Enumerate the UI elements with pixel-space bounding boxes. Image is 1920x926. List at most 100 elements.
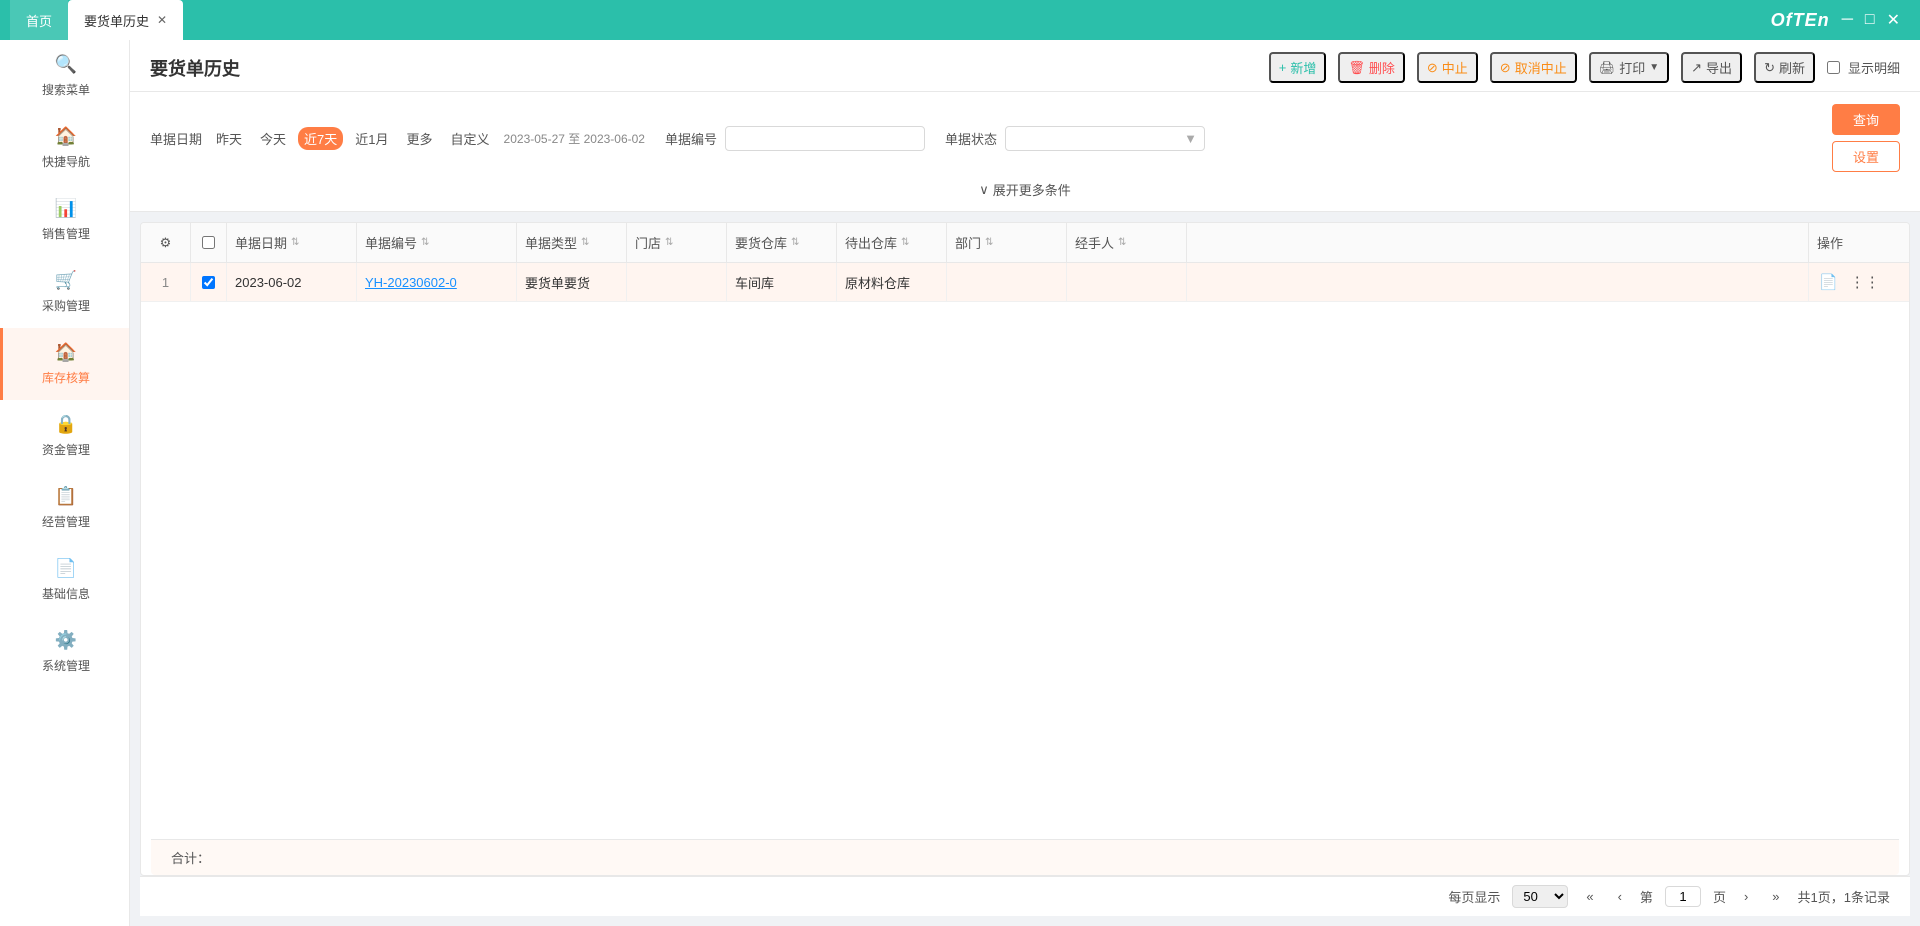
sidebar-item-finance[interactable]: 🔒 资金管理 (0, 400, 129, 472)
refresh-button[interactable]: ↻ 刷新 (1754, 52, 1815, 83)
last-page-button[interactable]: » (1766, 887, 1785, 906)
maximize-icon[interactable]: □ (1865, 11, 1875, 29)
th-reqwarehouse: 要货仓库 ⇅ (727, 223, 837, 262)
finance-icon: 🔒 (55, 414, 77, 435)
th-pendingwarehouse-label: 待出仓库 (845, 233, 897, 252)
th-date: 单据日期 ⇅ (227, 223, 357, 262)
sidebar-item-search[interactable]: 🔍 搜索菜单 (0, 40, 129, 112)
date-last7[interactable]: 近7天 (298, 127, 343, 150)
status-label: 单据状态 (945, 129, 997, 148)
status-select-wrapper: ▼ (1005, 126, 1205, 151)
sidebar-item-basicinfo[interactable]: 📄 基础信息 (0, 544, 129, 616)
row-ordertype: 要货单要货 (525, 273, 590, 292)
th-date-label: 单据日期 (235, 233, 287, 252)
per-page-select[interactable]: 50 100 200 (1512, 885, 1568, 908)
cancel-stop-icon: ⊘ (1500, 60, 1511, 76)
sidebar-item-inventory-label: 库存核算 (42, 369, 90, 386)
th-settings[interactable]: ⚙ (141, 223, 191, 262)
sidebar-item-sysmgmt-label: 系统管理 (42, 657, 90, 674)
td-dept (947, 263, 1067, 301)
sidebar-item-purchase[interactable]: 🛒 采购管理 (0, 256, 129, 328)
tab-bar: 首页 要货单历史 ✕ (10, 0, 955, 40)
row-actions: 📄 ⋮⋮ (1817, 271, 1882, 293)
stop-button[interactable]: ⊘ 中止 (1417, 52, 1478, 83)
sort-pendingwarehouse-icon[interactable]: ⇅ (901, 237, 909, 248)
summary-label: 合计： (171, 851, 210, 866)
date-range-display: 2023-05-27 至 2023-06-02 (504, 130, 645, 147)
table-header: ⚙ 单据日期 ⇅ 单据编号 ⇅ 单据类型 ⇅ 门店 ⇅ (141, 223, 1909, 263)
sort-handler-icon[interactable]: ⇅ (1118, 237, 1126, 248)
expand-filter-button[interactable]: ∨ 展开更多条件 (150, 180, 1900, 199)
th-checkbox (191, 223, 227, 262)
delete-icon: 🗑 (1348, 60, 1365, 76)
sort-orderno-icon[interactable]: ⇅ (421, 237, 429, 248)
th-store: 门店 ⇅ (627, 223, 727, 262)
inventory-icon: 🏠 (55, 342, 77, 363)
next-page-button[interactable]: › (1738, 887, 1754, 906)
tab-home-label: 首页 (26, 11, 52, 30)
minimize-icon[interactable]: ─ (1842, 11, 1853, 29)
td-handler (1067, 263, 1187, 301)
print-button[interactable]: 🖨 打印 ▼ (1589, 52, 1669, 83)
row-view-icon[interactable]: 📄 (1817, 271, 1840, 293)
window-close-icon[interactable]: ✕ (1887, 10, 1900, 30)
sort-reqwarehouse-icon[interactable]: ⇅ (791, 237, 799, 248)
row-edit-icon[interactable]: ⋮⋮ (1848, 271, 1882, 293)
cancel-stop-label: 取消中止 (1515, 58, 1567, 77)
th-dept-label: 部门 (955, 233, 981, 252)
date-last1month[interactable]: 近1月 (349, 127, 394, 150)
th-store-label: 门店 (635, 233, 661, 252)
tab-home[interactable]: 首页 (10, 0, 68, 40)
export-label: 导出 (1706, 58, 1732, 77)
sort-date-icon[interactable]: ⇅ (291, 237, 299, 248)
th-operations-label: 操作 (1817, 233, 1843, 252)
page-number-input[interactable] (1665, 886, 1701, 907)
show-detail-checkbox[interactable] (1827, 61, 1840, 74)
export-button[interactable]: ↗ 导出 (1681, 52, 1742, 83)
orderno-input[interactable] (725, 126, 925, 151)
th-operations: 操作 (1809, 223, 1909, 262)
print-icon: 🖨 (1599, 60, 1616, 76)
main-layout: 🔍 搜索菜单 🏠 快捷导航 📊 销售管理 🛒 采购管理 🏠 库存核算 🔒 资金管… (0, 40, 1920, 926)
sysmgmt-icon: ⚙️ (55, 630, 77, 651)
show-detail-toggle[interactable]: 显示明细 (1827, 58, 1900, 77)
header-actions: + 新增 🗑 删除 ⊘ 中止 ⊘ 取消中止 🖨 打印 (1269, 52, 1900, 83)
delete-button[interactable]: 🗑 删除 (1338, 52, 1405, 83)
top-bar: 首页 要货单历史 ✕ OfTEn ─ □ ✕ (0, 0, 1920, 40)
sidebar-item-operations[interactable]: 📋 经营管理 (0, 472, 129, 544)
sidebar-item-quicknav[interactable]: 🏠 快捷导航 (0, 112, 129, 184)
date-custom[interactable]: 自定义 (445, 127, 496, 150)
settings-button[interactable]: 设置 (1832, 141, 1900, 172)
row-orderno-link[interactable]: YH-20230602-0 (365, 275, 457, 290)
th-ordertype: 单据类型 ⇅ (517, 223, 627, 262)
th-handler-label: 经手人 (1075, 233, 1114, 252)
select-all-checkbox[interactable] (202, 236, 215, 249)
sidebar-item-inventory[interactable]: 🏠 库存核算 (0, 328, 129, 400)
status-select[interactable] (1005, 126, 1205, 151)
query-button[interactable]: 查询 (1832, 104, 1900, 135)
tab-order-history[interactable]: 要货单历史 ✕ (68, 0, 183, 40)
prev-page-button[interactable]: ‹ (1612, 887, 1628, 906)
date-more[interactable]: 更多 (401, 127, 439, 150)
home-icon: 🏠 (55, 126, 77, 147)
filter-row: 单据日期 昨天 今天 近7天 近1月 更多 自定义 2023-05-27 至 2… (150, 104, 1900, 172)
sort-dept-icon[interactable]: ⇅ (985, 237, 993, 248)
date-yesterday[interactable]: 昨天 (210, 127, 248, 150)
sidebar-item-search-label: 搜索菜单 (42, 81, 90, 98)
row-checkbox[interactable] (202, 276, 215, 289)
refresh-label: 刷新 (1779, 58, 1805, 77)
new-label: 新增 (1290, 58, 1316, 77)
close-tab-icon[interactable]: ✕ (157, 13, 167, 27)
th-orderno-label: 单据编号 (365, 233, 417, 252)
sidebar-item-sales[interactable]: 📊 销售管理 (0, 184, 129, 256)
search-menu-icon: 🔍 (55, 54, 77, 75)
sidebar-item-sysmgmt[interactable]: ⚙️ 系统管理 (0, 616, 129, 688)
date-today[interactable]: 今天 (254, 127, 292, 150)
sort-store-icon[interactable]: ⇅ (665, 237, 673, 248)
cancel-stop-button[interactable]: ⊘ 取消中止 (1490, 52, 1577, 83)
new-button[interactable]: + 新增 (1269, 52, 1327, 83)
delete-label: 删除 (1369, 58, 1395, 77)
first-page-button[interactable]: « (1580, 887, 1599, 906)
td-rownum: 1 (141, 263, 191, 301)
sort-ordertype-icon[interactable]: ⇅ (581, 237, 589, 248)
